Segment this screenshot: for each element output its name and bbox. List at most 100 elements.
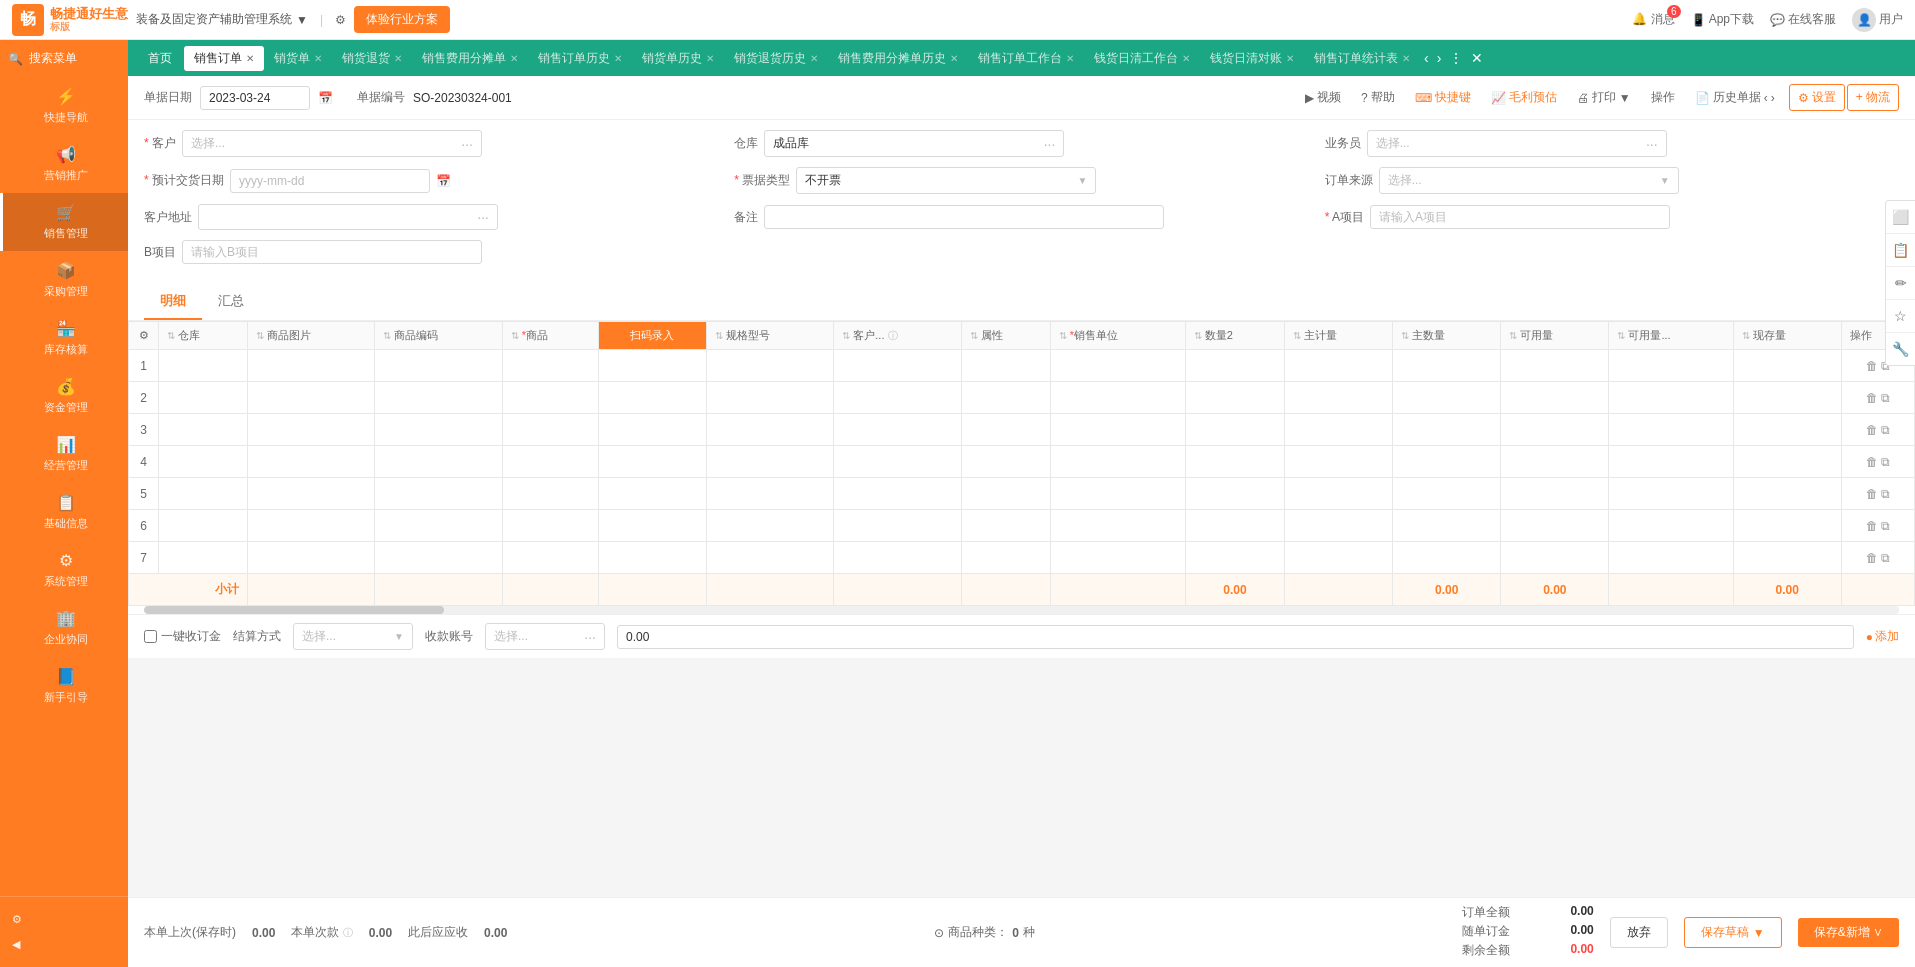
tab-close-icon[interactable]: ✕ <box>1286 53 1294 64</box>
invoice-select[interactable]: 不开票 ▼ <box>796 167 1096 194</box>
sidebar-item-guide[interactable]: 📘 新手引导 <box>0 657 128 715</box>
calendar-icon[interactable]: 📅 <box>318 91 333 105</box>
tab-prev-btn[interactable]: ‹ <box>1420 48 1433 68</box>
tab-close-icon[interactable]: ✕ <box>1402 53 1410 64</box>
copy-icon[interactable]: ⧉ <box>1881 519 1890 533</box>
history-nav-left[interactable]: ‹ <box>1764 91 1768 105</box>
copy-icon[interactable]: ⧉ <box>1881 455 1890 469</box>
save-draft-button[interactable]: 保存草稿 ▼ <box>1684 917 1782 948</box>
tab-close-icon[interactable]: ✕ <box>810 53 818 64</box>
preview-btn[interactable]: ▶ 视频 <box>1299 87 1347 108</box>
tab-sales-order-history[interactable]: 销售订单历史 ✕ <box>528 46 632 71</box>
col-goods[interactable]: ⇅ *商品 <box>502 322 598 350</box>
cell[interactable] <box>375 542 503 574</box>
copy-icon[interactable]: ⧉ <box>1881 423 1890 437</box>
tab-close-icon[interactable]: ✕ <box>614 53 622 64</box>
tab-close-icon[interactable]: ✕ <box>1066 53 1074 64</box>
online-support[interactable]: 💬 在线客服 <box>1770 11 1836 28</box>
cell[interactable] <box>159 350 248 382</box>
one-click-checkout[interactable]: 一键收订金 <box>144 628 221 645</box>
cell[interactable] <box>1050 382 1185 414</box>
right-btn-1[interactable]: ⬜ <box>1886 201 1915 234</box>
warehouse-more-icon[interactable]: ··· <box>1044 136 1056 152</box>
history-nav-right[interactable]: › <box>1771 91 1775 105</box>
delete-icon[interactable]: 🗑 <box>1866 359 1878 373</box>
sidebar-item-inventory[interactable]: 🏪 库存核算 <box>0 309 128 367</box>
sidebar-item-quick-nav[interactable]: ⚡ 快捷导航 <box>0 77 128 135</box>
sidebar-settings[interactable]: ⚙ <box>8 907 120 932</box>
copy-icon[interactable]: ⧉ <box>1881 551 1890 565</box>
delete-icon[interactable]: 🗑 <box>1866 551 1878 565</box>
sidebar-collapse[interactable]: ◀ <box>8 932 120 957</box>
a-project-input[interactable] <box>1370 205 1670 229</box>
col-code[interactable]: ⇅ 商品编码 <box>375 322 503 350</box>
b-project-input[interactable] <box>182 240 482 264</box>
shortcut-btn[interactable]: ⌨ 快捷键 <box>1409 87 1477 108</box>
order-source-select[interactable]: 选择... ▼ <box>1379 167 1679 194</box>
delete-icon[interactable]: 🗑 <box>1866 423 1878 437</box>
amount-input[interactable] <box>617 625 1854 649</box>
cell[interactable] <box>159 382 248 414</box>
history-btn[interactable]: 📄 历史单据 ‹ › <box>1689 87 1781 108</box>
customer-more-icon[interactable]: ··· <box>461 136 473 152</box>
help-btn[interactable]: ? 帮助 <box>1355 87 1401 108</box>
cell[interactable] <box>502 350 598 382</box>
right-btn-4[interactable]: ☆ <box>1886 300 1915 333</box>
print-btn[interactable]: 🖨 打印 ▼ <box>1571 87 1637 108</box>
add-logistics-button[interactable]: + 物流 <box>1847 84 1899 111</box>
tab-close-icon[interactable]: ✕ <box>314 53 322 64</box>
tab-close-all-btn[interactable]: ✕ <box>1467 48 1487 68</box>
sidebar-item-operations[interactable]: 📊 经营管理 <box>0 425 128 483</box>
cell[interactable] <box>375 350 503 382</box>
cell[interactable] <box>502 542 598 574</box>
tab-sales-return[interactable]: 销货退货 ✕ <box>332 46 412 71</box>
tab-cash-daily[interactable]: 钱货日清工作台 ✕ <box>1084 46 1200 71</box>
sidebar-item-purchase[interactable]: 📦 采购管理 <box>0 251 128 309</box>
one-click-checkbox[interactable] <box>144 630 157 643</box>
tab-sales-workbench[interactable]: 销售订单工作台 ✕ <box>968 46 1084 71</box>
delete-icon[interactable]: 🗑 <box>1866 391 1878 405</box>
col-main-unit[interactable]: ⇅ 主计量 <box>1285 322 1393 350</box>
tab-sales-receipt-history[interactable]: 销货单历史 ✕ <box>632 46 724 71</box>
tab-close-icon[interactable]: ✕ <box>706 53 714 64</box>
tab-close-icon[interactable]: ✕ <box>394 53 402 64</box>
user-avatar[interactable]: 👤 用户 <box>1852 8 1903 32</box>
add-payment-btn[interactable]: ● 添加 <box>1866 628 1899 645</box>
col-unit[interactable]: ⇅ *销售单位 <box>1050 322 1185 350</box>
sidebar-item-basic-info[interactable]: 📋 基础信息 <box>0 483 128 541</box>
tab-sales-order[interactable]: 销售订单 ✕ <box>184 46 264 71</box>
col-settings[interactable]: ⚙ <box>129 322 159 350</box>
cell[interactable] <box>502 478 598 510</box>
sidebar-item-marketing[interactable]: 📢 营销推广 <box>0 135 128 193</box>
cell[interactable] <box>502 510 598 542</box>
col-image[interactable]: ⇅ 商品图片 <box>247 322 375 350</box>
horizontal-scrollbar[interactable] <box>144 606 1899 614</box>
tab-close-icon[interactable]: ✕ <box>510 53 518 64</box>
detail-tab-detail[interactable]: 明细 <box>144 284 202 320</box>
col-stock[interactable]: ⇅ 现存量 <box>1733 322 1841 350</box>
col-customer-code[interactable]: ⇅ 客户... ⓘ <box>834 322 962 350</box>
cell[interactable] <box>159 414 248 446</box>
col-main-qty[interactable]: ⇅ 主数量 <box>1393 322 1501 350</box>
note-input[interactable] <box>764 205 1164 229</box>
delivery-calendar-icon[interactable]: 📅 <box>436 174 451 188</box>
sidebar-item-enterprise[interactable]: 🏢 企业协同 <box>0 599 128 657</box>
cell[interactable] <box>375 446 503 478</box>
scroll-thumb[interactable] <box>144 606 444 614</box>
salesperson-select[interactable]: 选择... ··· <box>1367 130 1667 157</box>
tab-close-icon[interactable]: ✕ <box>950 53 958 64</box>
cell[interactable] <box>159 542 248 574</box>
delete-icon[interactable]: 🗑 <box>1866 519 1878 533</box>
col-spec[interactable]: ⇅ 规格型号 <box>706 322 834 350</box>
cell[interactable] <box>1050 478 1185 510</box>
discard-button[interactable]: 放弃 <box>1610 917 1668 948</box>
right-btn-2[interactable]: 📋 <box>1886 234 1915 267</box>
tab-reconcile[interactable]: 钱货日清对账 ✕ <box>1200 46 1304 71</box>
account-select[interactable]: 选择... ··· <box>485 623 605 650</box>
cell[interactable] <box>159 510 248 542</box>
cell[interactable] <box>1050 446 1185 478</box>
tab-sales-stats[interactable]: 销售订单统计表 ✕ <box>1304 46 1420 71</box>
sidebar-item-sales[interactable]: 🛒 销售管理 <box>0 193 128 251</box>
tab-close-icon[interactable]: ✕ <box>246 53 254 64</box>
customer-select[interactable]: 选择... ··· <box>182 130 482 157</box>
